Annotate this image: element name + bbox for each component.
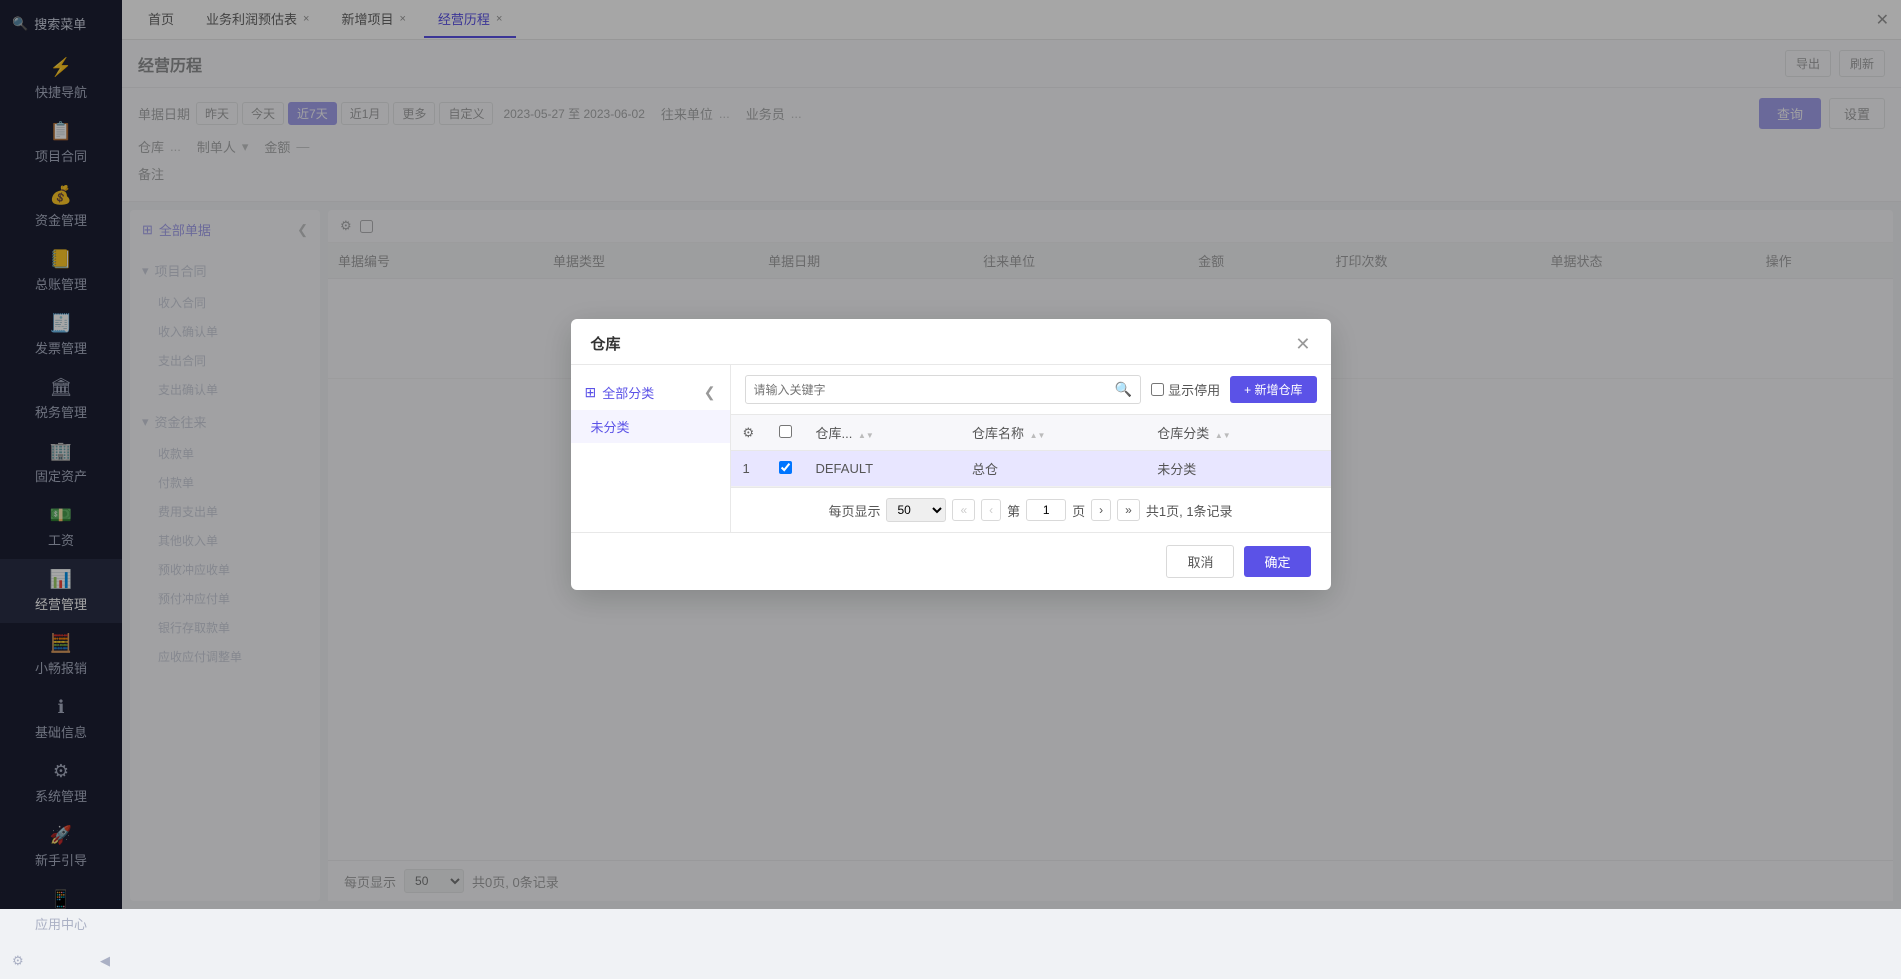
modal-header: 仓库 ✕ [571,319,1331,365]
modal-toolbar: 🔍 显示停用 + 新增仓库 [731,365,1331,415]
modal-search-input[interactable] [746,378,1107,402]
sort-icon-cat: ▲▼ [1215,431,1231,440]
col-settings: ⚙ [731,415,767,451]
warehouse-modal: 仓库 ✕ ⊞ 全部分类 ❮ 未分类 [571,319,1331,590]
modal-footer: 取消 确定 [571,532,1331,590]
all-categories[interactable]: ⊞ 全部分类 ❮ [571,375,730,410]
modal-table-wrapper: ⚙ 仓库... ▲▼ 仓库名称 [731,415,1331,487]
last-page-btn[interactable]: » [1117,499,1140,521]
modal-right-panel: 🔍 显示停用 + 新增仓库 ⚙ [731,365,1331,532]
category-unclassified[interactable]: 未分类 [571,410,730,443]
modal-per-page-label: 每页显示 [828,501,880,520]
sidebar-item-label: 应用中心 [35,914,87,933]
table-row[interactable]: 1 DEFAULT 总仓 未分类 [731,451,1331,487]
settings-col-icon[interactable]: ⚙ [743,425,755,440]
modal-search-box: 🔍 [745,375,1142,404]
row-code: DEFAULT [804,451,960,487]
page-unit: 页 [1072,501,1085,520]
sidebar-bottom: ⚙ ◀ [0,943,122,979]
all-categories-label: 全部分类 [602,383,654,402]
page-input[interactable] [1026,499,1066,521]
col-checkbox [767,415,804,451]
row-name: 总仓 [960,451,1145,487]
row-checkbox-cell [767,451,804,487]
sort-icon-name: ▲▼ [1030,431,1046,440]
grid-icon: ⊞ [585,384,597,401]
page-label: 第 [1007,501,1020,520]
modal-per-page-select[interactable]: 50 [886,498,946,522]
modal-search-button[interactable]: 🔍 [1107,376,1140,403]
modal-left-panel: ⊞ 全部分类 ❮ 未分类 [571,365,731,532]
modal-table: ⚙ 仓库... ▲▼ 仓库名称 [731,415,1331,487]
col-warehouse-name: 仓库名称 ▲▼ [960,415,1145,451]
confirm-button[interactable]: 确定 [1244,546,1310,577]
col-warehouse-code: 仓库... ▲▼ [804,415,960,451]
sort-icon-code: ▲▼ [858,431,874,440]
table-select-all[interactable] [779,425,792,438]
row-category: 未分类 [1145,451,1330,487]
show-disabled-checkbox[interactable] [1151,383,1164,396]
first-page-btn[interactable]: « [952,499,975,521]
show-disabled-label: 显示停用 [1151,380,1220,399]
modal-title: 仓库 [591,333,621,354]
row-index: 1 [731,451,767,487]
show-disabled-text: 显示停用 [1168,380,1220,399]
modal-overlay: 仓库 ✕ ⊞ 全部分类 ❮ 未分类 [0,0,1901,909]
collapse-icon[interactable]: ◀ [100,953,110,969]
total-records-info: 共1页, 1条记录 [1146,501,1233,520]
modal-body: ⊞ 全部分类 ❮ 未分类 🔍 显示停用 [571,365,1331,532]
next-page-btn[interactable]: › [1091,499,1111,521]
add-warehouse-button[interactable]: + 新增仓库 [1230,376,1316,403]
cancel-button[interactable]: 取消 [1166,545,1234,578]
panel-collapse-btn[interactable]: ❮ [704,384,716,401]
unclassified-label: 未分类 [591,420,630,435]
prev-page-btn[interactable]: ‹ [981,499,1001,521]
settings-icon[interactable]: ⚙ [12,953,24,969]
col-warehouse-category: 仓库分类 ▲▼ [1145,415,1330,451]
row-checkbox[interactable] [779,461,792,474]
modal-close-button[interactable]: ✕ [1295,335,1310,353]
modal-pagination: 每页显示 50 « ‹ 第 页 › » 共1页, 1条记录 [731,487,1331,532]
